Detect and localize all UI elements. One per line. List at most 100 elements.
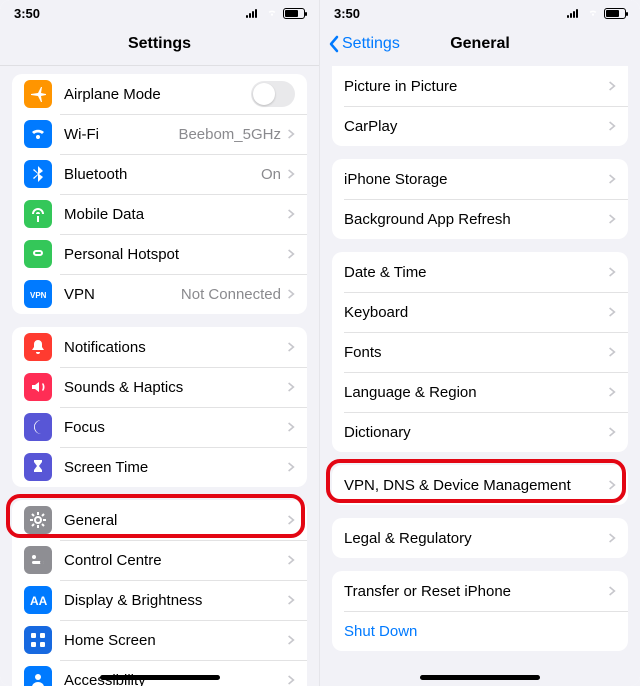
general-row-pip[interactable]: Picture in Picture — [332, 66, 628, 106]
back-button[interactable]: Settings — [328, 35, 400, 53]
status-time: 3:50 — [334, 6, 360, 21]
settings-row-general[interactable]: General — [12, 500, 307, 540]
grid-icon — [24, 626, 52, 654]
chevron-right-icon — [608, 213, 616, 225]
settings-list[interactable]: Airplane ModeWi-FiBeebom_5GHzBluetoothOn… — [0, 66, 319, 686]
chevron-right-icon — [287, 168, 295, 180]
chevron-right-icon — [608, 346, 616, 358]
settings-row-controlcentre[interactable]: Control Centre — [12, 540, 307, 580]
settings-row-hotspot[interactable]: Personal Hotspot — [12, 234, 307, 274]
chevron-right-icon — [287, 461, 295, 473]
chevron-right-icon — [608, 173, 616, 185]
home-indicator[interactable] — [420, 675, 540, 680]
settings-row-airplane[interactable]: Airplane Mode — [12, 74, 307, 114]
chevron-right-icon — [287, 594, 295, 606]
chevron-right-icon — [608, 306, 616, 318]
row-label: Legal & Regulatory — [344, 530, 608, 547]
chevron-right-icon — [608, 585, 616, 597]
chevron-right-icon — [287, 554, 295, 566]
general-group-g2: Date & Time Keyboard Fonts Language & Regio… — [332, 252, 628, 452]
row-label: Fonts — [344, 344, 608, 361]
row-label: General — [64, 512, 287, 529]
settings-row-vpn[interactable]: VPNNot Connected — [12, 274, 307, 314]
row-label: Date & Time — [344, 264, 608, 281]
nav-bar: Settings General — [320, 22, 640, 66]
settings-row-homescreen[interactable]: Home Screen — [12, 620, 307, 660]
general-row-shutdown[interactable]: Shut Down — [332, 611, 628, 651]
general-row-legal[interactable]: Legal & Regulatory — [332, 518, 628, 558]
wifi-icon — [265, 8, 279, 18]
status-icons — [567, 8, 626, 19]
speaker-icon — [24, 373, 52, 401]
chevron-right-icon — [608, 426, 616, 438]
general-group-g5: Transfer or Reset iPhone Shut Down — [332, 571, 628, 651]
general-row-fonts[interactable]: Fonts — [332, 332, 628, 372]
chevron-right-icon — [287, 421, 295, 433]
row-label: Wi-Fi — [64, 126, 178, 143]
chevron-right-icon — [287, 341, 295, 353]
battery-icon — [604, 8, 626, 19]
row-label: VPN, DNS & Device Management — [344, 477, 608, 494]
settings-row-wifi[interactable]: Wi-FiBeebom_5GHz — [12, 114, 307, 154]
chevron-right-icon — [287, 248, 295, 260]
back-label: Settings — [342, 35, 400, 53]
status-bar: 3:50 — [320, 0, 640, 22]
gear-icon — [24, 506, 52, 534]
general-row-datetime[interactable]: Date & Time — [332, 252, 628, 292]
nav-bar: Settings — [0, 22, 319, 66]
row-label: Mobile Data — [64, 206, 287, 223]
settings-group-net: Airplane ModeWi-FiBeebom_5GHzBluetoothOn… — [12, 74, 307, 314]
row-value: On — [261, 166, 281, 183]
wifi-icon — [24, 120, 52, 148]
general-row-vpndns[interactable]: VPN, DNS & Device Management — [332, 465, 628, 505]
general-list[interactable]: Picture in Picture CarPlay iPhone Storage B… — [320, 66, 640, 686]
general-row-dictionary[interactable]: Dictionary — [332, 412, 628, 452]
row-label: Shut Down — [344, 623, 616, 640]
chevron-right-icon — [608, 386, 616, 398]
chevron-right-icon — [608, 266, 616, 278]
general-row-bgrefresh[interactable]: Background App Refresh — [332, 199, 628, 239]
general-row-langregion[interactable]: Language & Region — [332, 372, 628, 412]
general-row-storage[interactable]: iPhone Storage — [332, 159, 628, 199]
settings-row-screentime[interactable]: Screen Time — [12, 447, 307, 487]
settings-row-accessibility[interactable]: Accessibility — [12, 660, 307, 686]
settings-row-display[interactable]: Display & Brightness — [12, 580, 307, 620]
toggle-airplane[interactable] — [251, 81, 295, 107]
chevron-right-icon — [608, 80, 616, 92]
settings-row-focus[interactable]: Focus — [12, 407, 307, 447]
row-label: Transfer or Reset iPhone — [344, 583, 608, 600]
settings-row-bluetooth[interactable]: BluetoothOn — [12, 154, 307, 194]
row-label: Dictionary — [344, 424, 608, 441]
row-label: CarPlay — [344, 118, 608, 135]
page-title: Settings — [128, 35, 191, 53]
row-label: Focus — [64, 419, 287, 436]
row-label: Home Screen — [64, 632, 287, 649]
settings-row-notifications[interactable]: Notifications — [12, 327, 307, 367]
row-label: Bluetooth — [64, 166, 261, 183]
battery-icon — [283, 8, 305, 19]
antenna-icon — [24, 200, 52, 228]
switches-icon — [24, 546, 52, 574]
row-label: Display & Brightness — [64, 592, 287, 609]
general-row-keyboard[interactable]: Keyboard — [332, 292, 628, 332]
chevron-right-icon — [287, 288, 295, 300]
home-indicator[interactable] — [100, 675, 220, 680]
settings-row-mobiledata[interactable]: Mobile Data — [12, 194, 307, 234]
row-value: Not Connected — [181, 286, 281, 303]
textsize-icon — [24, 586, 52, 614]
bell-icon — [24, 333, 52, 361]
chevron-right-icon — [287, 674, 295, 686]
chevron-right-icon — [608, 479, 616, 491]
cellular-icon — [567, 8, 582, 18]
general-pane: 3:50 Settings General Picture in Picture… — [320, 0, 640, 686]
settings-row-sounds[interactable]: Sounds & Haptics — [12, 367, 307, 407]
row-label: VPN — [64, 286, 181, 303]
row-label: iPhone Storage — [344, 171, 608, 188]
person-icon — [24, 666, 52, 686]
chevron-left-icon — [328, 35, 340, 53]
chevron-right-icon — [287, 128, 295, 140]
row-label: Personal Hotspot — [64, 246, 287, 263]
general-row-carplay[interactable]: CarPlay — [332, 106, 628, 146]
general-row-transfer[interactable]: Transfer or Reset iPhone — [332, 571, 628, 611]
bluetooth-icon — [24, 160, 52, 188]
